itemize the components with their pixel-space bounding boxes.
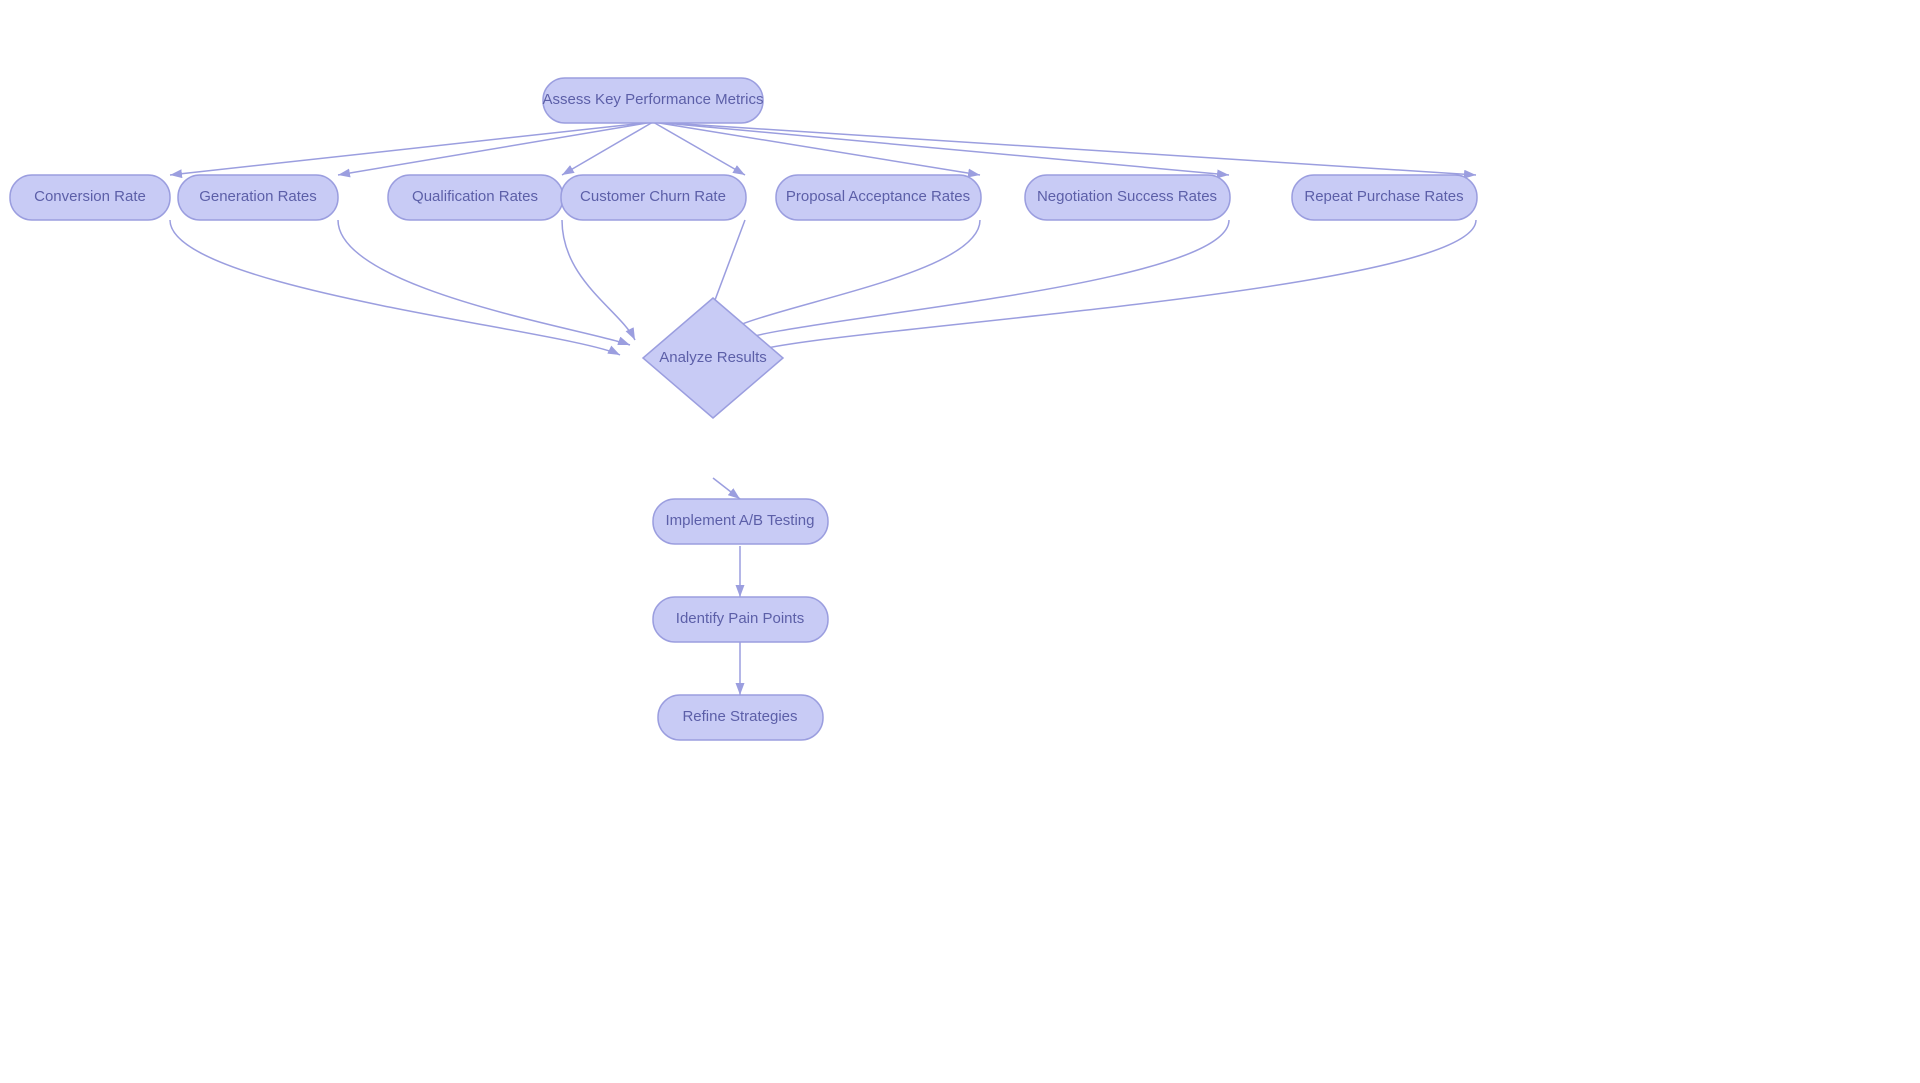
arrow-analyze-ab — [713, 478, 740, 499]
arrow-proposal-analyze — [715, 220, 980, 340]
churn-node: Customer Churn Rate — [561, 175, 746, 220]
conversion-label: Conversion Rate — [34, 188, 146, 205]
pain-label: Identify Pain Points — [676, 610, 804, 627]
analyze-label: Analyze Results — [659, 349, 767, 366]
generation-label: Generation Rates — [199, 188, 317, 205]
arrow-assess-generation — [338, 122, 653, 175]
ab-label: Implement A/B Testing — [666, 512, 815, 529]
proposal-node: Proposal Acceptance Rates — [776, 175, 981, 220]
refine-node: Refine Strategies — [658, 695, 823, 740]
arrow-assess-repeat — [653, 122, 1476, 175]
negotiation-node: Negotiation Success Rates — [1025, 175, 1230, 220]
arrow-conversion-analyze — [170, 220, 620, 355]
repeat-label: Repeat Purchase Rates — [1304, 188, 1463, 205]
arrow-assess-negotiation — [653, 122, 1229, 175]
conversion-node: Conversion Rate — [10, 175, 170, 220]
arrow-assess-conversion — [170, 122, 653, 175]
assess-label: Assess Key Performance Metrics — [543, 91, 764, 108]
assess-node: Assess Key Performance Metrics — [543, 78, 764, 123]
arrow-qualification-analyze — [562, 220, 635, 340]
refine-label: Refine Strategies — [682, 708, 797, 725]
qualification-node: Qualification Rates — [388, 175, 563, 220]
qualification-label: Qualification Rates — [412, 188, 538, 205]
generation-node: Generation Rates — [178, 175, 338, 220]
proposal-label: Proposal Acceptance Rates — [786, 188, 970, 205]
pain-points-node: Identify Pain Points — [653, 597, 828, 642]
negotiation-label: Negotiation Success Rates — [1037, 188, 1217, 205]
analyze-node: Analyze Results — [643, 298, 783, 418]
repeat-node: Repeat Purchase Rates — [1292, 175, 1477, 220]
arrow-assess-proposal — [653, 122, 980, 175]
churn-label: Customer Churn Rate — [580, 188, 726, 205]
arrow-negotiation-analyze — [730, 220, 1229, 345]
ab-testing-node: Implement A/B Testing — [653, 499, 828, 544]
arrow-repeat-analyze — [745, 220, 1476, 355]
